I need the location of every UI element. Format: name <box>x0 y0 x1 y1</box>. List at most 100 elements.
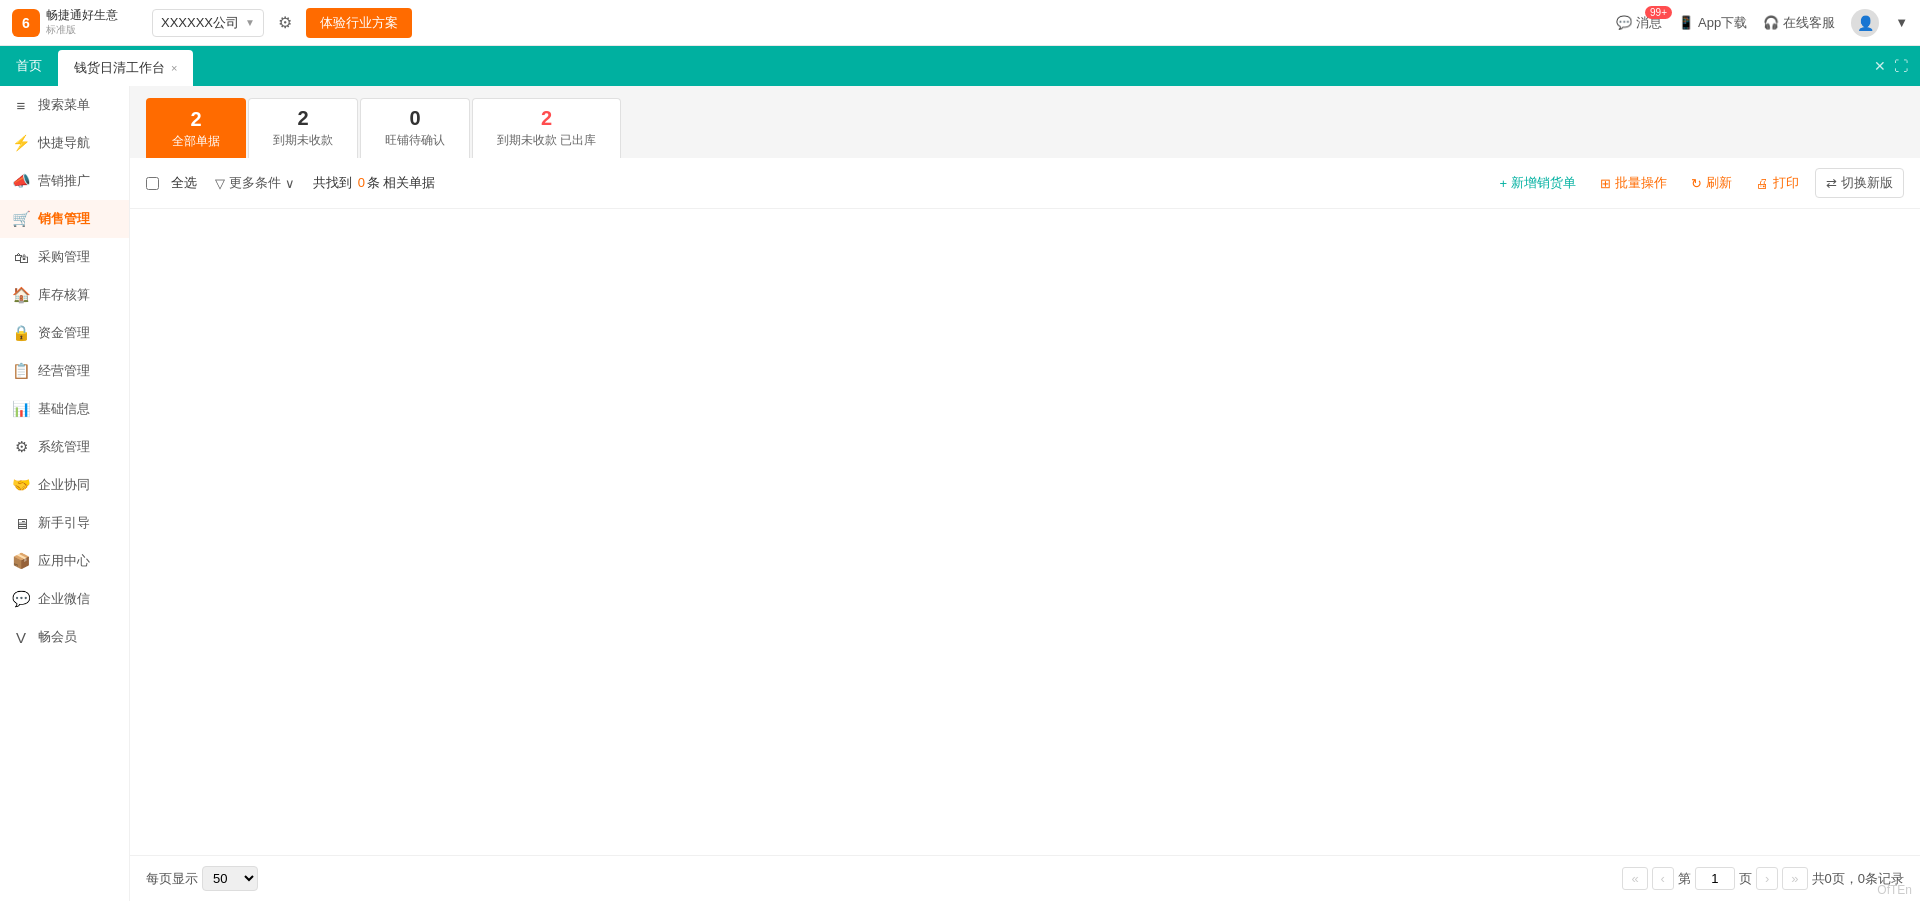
sidebar-item-app-center[interactable]: 📦 应用中心 <box>0 542 129 580</box>
guide-icon: 🖥 <box>12 515 30 532</box>
app-download-icon: 📱 <box>1678 15 1694 30</box>
last-page-button[interactable]: » <box>1782 867 1807 890</box>
sidebar-item-system[interactable]: ⚙ 系统管理 <box>0 428 129 466</box>
sidebar-label-search-menu: 搜索菜单 <box>38 96 90 114</box>
sidebar-label-guide: 新手引导 <box>38 514 90 532</box>
expand-tab-action-icon[interactable]: ⛶ <box>1894 58 1908 74</box>
user-icon: 👤 <box>1857 15 1874 31</box>
close-tab-action-icon[interactable]: ✕ <box>1874 58 1886 74</box>
tab-home[interactable]: 首页 <box>0 46 58 86</box>
sales-icon: 🛒 <box>12 210 30 228</box>
sidebar-item-inventory[interactable]: 🏠 库存核算 <box>0 276 129 314</box>
logo-text: 畅捷通好生意 标准版 <box>46 8 118 38</box>
footer-pagination: 每页显示 50 100 200 « ‹ 第 页 › » 共0页，0条记录 <box>130 855 1920 901</box>
sidebar-item-operations[interactable]: 📋 经营管理 <box>0 352 129 390</box>
page-unit: 页 <box>1739 870 1752 888</box>
sidebar-item-search-menu[interactable]: ≡ 搜索菜单 <box>0 86 129 124</box>
found-count: 0 <box>358 175 365 190</box>
refresh-button[interactable]: ↻ 刷新 <box>1683 169 1740 197</box>
operations-icon: 📋 <box>12 362 30 380</box>
sidebar-label-quick-nav: 快捷导航 <box>38 134 90 152</box>
toolbar-right: + 新增销货单 ⊞ 批量操作 ↻ 刷新 🖨 打印 ⇄ 切换新版 <box>1491 168 1904 198</box>
next-page-button[interactable]: › <box>1756 867 1778 890</box>
content-area: 2 全部单据 2 到期未收款 0 旺铺待确认 2 到期未收款 已出库 全选 ▽ … <box>130 86 1920 901</box>
sub-tabs: 2 全部单据 2 到期未收款 0 旺铺待确认 2 到期未收款 已出库 <box>130 86 1920 158</box>
inventory-icon: 🏠 <box>12 286 30 304</box>
sidebar-label-purchase: 采购管理 <box>38 248 90 266</box>
company-selector[interactable]: XXXXXX公司 ▼ <box>152 9 264 37</box>
select-all-label: 全选 <box>171 174 197 192</box>
sub-tab-pending[interactable]: 0 旺铺待确认 <box>360 98 470 158</box>
sidebar-label-app-center: 应用中心 <box>38 552 90 570</box>
sidebar-item-quick-nav[interactable]: ⚡ 快捷导航 <box>0 124 129 162</box>
per-page-selector[interactable]: 每页显示 50 100 200 <box>146 866 258 891</box>
sub-tab-all[interactable]: 2 全部单据 <box>146 98 246 158</box>
batch-operation-button[interactable]: ⊞ 批量操作 <box>1592 169 1675 197</box>
select-all-checkbox[interactable] <box>146 177 159 190</box>
sidebar-item-finance[interactable]: 🔒 资金管理 <box>0 314 129 352</box>
sidebar-item-sales[interactable]: 🛒 销售管理 <box>0 200 129 238</box>
first-page-button[interactable]: « <box>1622 867 1647 890</box>
toolbar: 全选 ▽ 更多条件 ∨ 共找到 0条 相关单据 + 新增销货单 ⊞ 批量操作 <box>130 158 1920 209</box>
app-download-button[interactable]: 📱 App下载 <box>1678 14 1747 32</box>
sub-tab-overdue-out[interactable]: 2 到期未收款 已出库 <box>472 98 621 158</box>
online-service-label: 在线客服 <box>1783 14 1835 32</box>
sidebar-label-finance: 资金管理 <box>38 324 90 342</box>
batch-icon: ⊞ <box>1600 176 1611 191</box>
settings-icon[interactable]: ⚙ <box>274 9 296 36</box>
chevron-down-icon: ▼ <box>1895 15 1908 30</box>
tab-bar: 首页 钱货日清工作台 × ✕ ⛶ <box>0 46 1920 86</box>
tab-cashflow-workbench[interactable]: 钱货日清工作台 × <box>58 50 193 86</box>
table-area <box>130 209 1920 855</box>
print-button[interactable]: 🖨 打印 <box>1748 169 1807 197</box>
sidebar-label-sales: 销售管理 <box>38 210 90 228</box>
per-page-select[interactable]: 50 100 200 <box>202 866 258 891</box>
header-right: 💬 消息 99+ 📱 App下载 🎧 在线客服 👤 ▼ <box>1616 9 1908 37</box>
chevron-down-icon: ∨ <box>285 176 295 191</box>
top-header: 6 畅捷通好生意 标准版 XXXXXX公司 ▼ ⚙ 体验行业方案 💬 消息 99… <box>0 0 1920 46</box>
page-label: 第 <box>1678 870 1691 888</box>
prev-page-button[interactable]: ‹ <box>1652 867 1674 890</box>
logo-line2: 标准版 <box>46 23 118 37</box>
trial-button[interactable]: 体验行业方案 <box>306 8 412 38</box>
app-center-icon: 📦 <box>12 552 30 570</box>
found-text: 共找到 0条 相关单据 <box>313 174 435 192</box>
chevron-down-icon: ▼ <box>245 17 255 28</box>
username-button[interactable]: ▼ <box>1895 15 1908 30</box>
page-input[interactable] <box>1695 867 1735 890</box>
sidebar-item-marketing[interactable]: 📣 营销推广 <box>0 162 129 200</box>
sidebar-item-wechat[interactable]: 💬 企业微信 <box>0 580 129 618</box>
home-tab-label: 首页 <box>16 57 42 75</box>
sidebar-item-guide[interactable]: 🖥 新手引导 <box>0 504 129 542</box>
sidebar-label-inventory: 库存核算 <box>38 286 90 304</box>
enterprise-icon: 🤝 <box>12 476 30 494</box>
more-conditions-button[interactable]: ▽ 更多条件 ∨ <box>205 169 305 197</box>
sidebar-item-purchase[interactable]: 🛍 采购管理 <box>0 238 129 276</box>
sidebar-item-enterprise[interactable]: 🤝 企业协同 <box>0 466 129 504</box>
purchase-icon: 🛍 <box>12 249 30 266</box>
company-name: XXXXXX公司 <box>161 14 239 32</box>
tab-close-icon[interactable]: × <box>171 62 177 74</box>
wechat-icon: 💬 <box>12 590 30 608</box>
sub-tab-pending-label: 旺铺待确认 <box>385 132 445 149</box>
avatar[interactable]: 👤 <box>1851 9 1879 37</box>
plus-icon: + <box>1499 176 1507 191</box>
online-service-button[interactable]: 🎧 在线客服 <box>1763 14 1835 32</box>
sub-tab-overdue[interactable]: 2 到期未收款 <box>248 98 358 158</box>
sidebar-item-basic-info[interactable]: 📊 基础信息 <box>0 390 129 428</box>
message-icon: 💬 <box>1616 15 1632 30</box>
messages-button[interactable]: 💬 消息 99+ <box>1616 14 1662 32</box>
switch-icon: ⇄ <box>1826 176 1837 191</box>
sub-tab-overdue-label: 到期未收款 <box>273 132 333 149</box>
add-sale-button[interactable]: + 新增销货单 <box>1491 169 1584 197</box>
sub-tab-overdue-out-label: 到期未收款 已出库 <box>497 132 596 149</box>
sidebar-item-vip[interactable]: V 畅会员 <box>0 618 129 656</box>
page-total: 共0页，0条记录 <box>1812 870 1904 888</box>
vip-icon: V <box>12 629 30 646</box>
main-layout: ≡ 搜索菜单 ⚡ 快捷导航 📣 营销推广 🛒 销售管理 🛍 采购管理 🏠 库存核… <box>0 86 1920 901</box>
basic-info-icon: 📊 <box>12 400 30 418</box>
sidebar-label-operations: 经营管理 <box>38 362 90 380</box>
messages-badge: 99+ <box>1645 6 1672 19</box>
switch-new-version-button[interactable]: ⇄ 切换新版 <box>1815 168 1904 198</box>
app-download-label: App下载 <box>1698 14 1747 32</box>
